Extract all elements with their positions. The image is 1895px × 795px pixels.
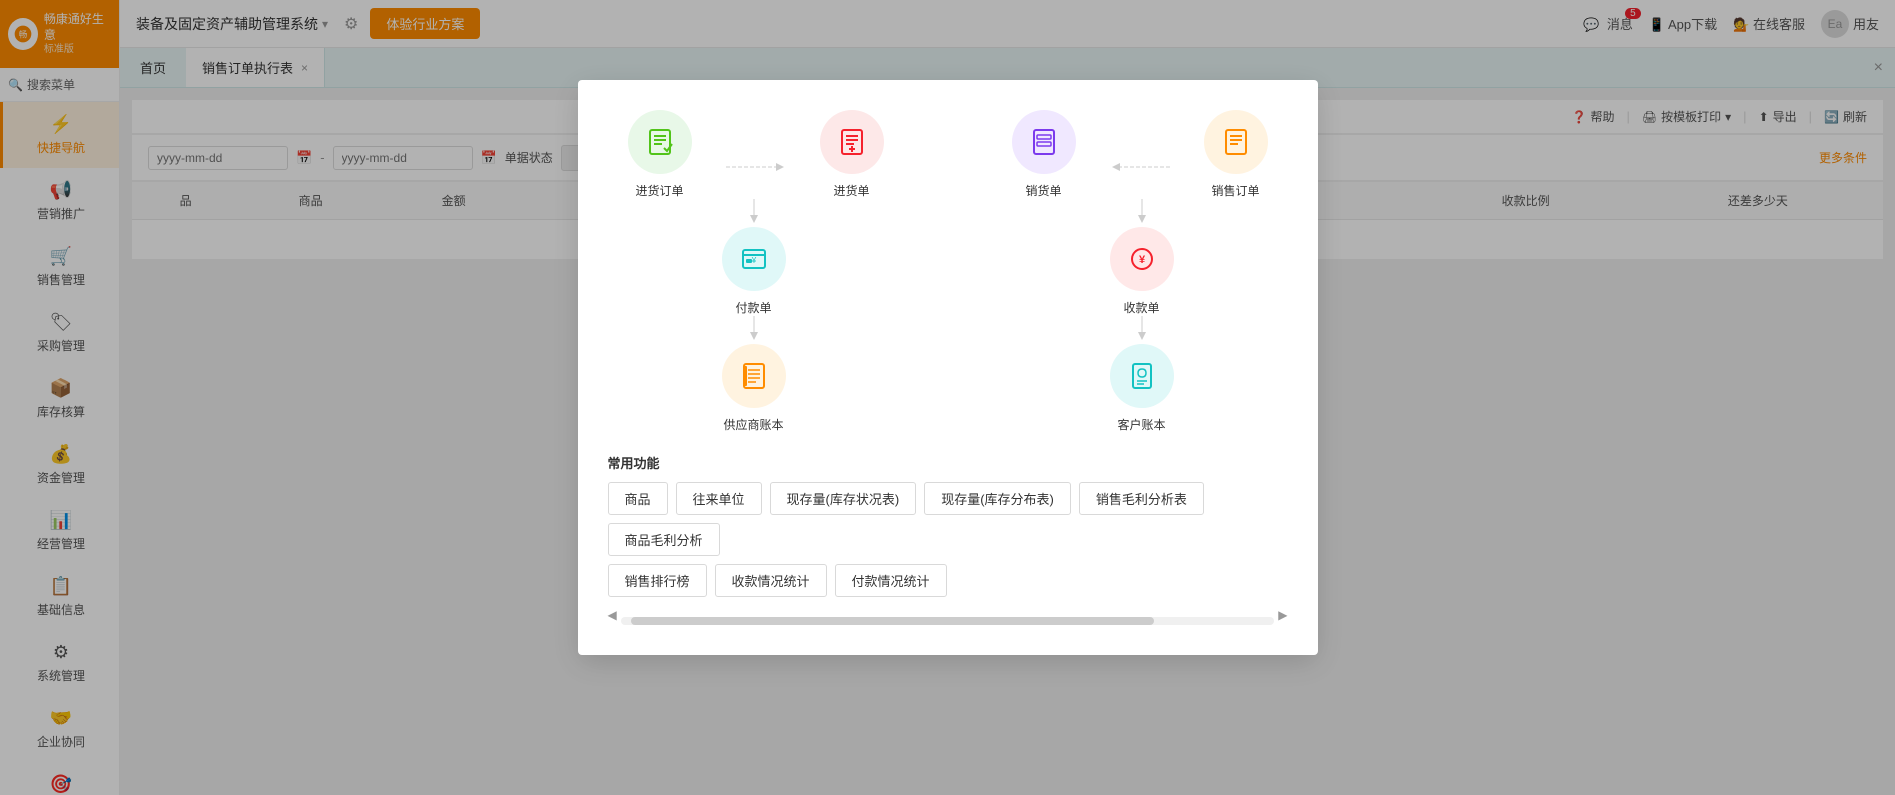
arrow-sale-to-receipt: ¥ 收款单: [1110, 199, 1174, 316]
scroll-right-icon[interactable]: ▶: [1278, 608, 1287, 622]
flow-node-sale-order[interactable]: 销售订单: [1204, 110, 1268, 199]
modal-overlay[interactable]: 进货订单 进货单: [0, 0, 1895, 795]
arrow-purchase-order-to-purchase: [692, 159, 820, 199]
func-btn-sales-ranking[interactable]: 销售排行榜: [608, 564, 707, 597]
flow-node-customer-ledger[interactable]: 客户账本: [1110, 344, 1174, 433]
flow-node-receipt[interactable]: ¥ 收款单: [1110, 227, 1174, 316]
func-buttons-row1: 商品 往来单位 现存量(库存状况表) 现存量(库存分布表) 销售毛利分析表 商品…: [608, 482, 1288, 556]
modal-scrollbar-row: ◀ ▶: [608, 605, 1288, 625]
func-btn-contacts[interactable]: 往来单位: [676, 482, 762, 515]
payment-icon: ¥: [722, 227, 786, 291]
receipt-icon: ¥: [1110, 227, 1174, 291]
supplier-ledger-icon: [722, 344, 786, 408]
quick-nav-modal: 进货订单 进货单: [578, 80, 1318, 655]
flow-node-purchase[interactable]: 进货单: [820, 110, 884, 199]
func-buttons-row2: 销售排行榜 收款情况统计 付款情况统计: [608, 564, 1288, 597]
flow-node-supplier-ledger[interactable]: 供应商账本: [722, 344, 786, 433]
common-functions-title: 常用功能: [608, 453, 1288, 472]
scrollbar-thumb: [631, 617, 1154, 625]
func-btn-product[interactable]: 商品: [608, 482, 668, 515]
arrow-sale-order-to-sale: [1076, 159, 1204, 199]
flow-node-purchase-order[interactable]: 进货订单: [628, 110, 692, 199]
purchase-order-icon: [628, 110, 692, 174]
flow-node-payment[interactable]: ¥ 付款单: [722, 227, 786, 316]
common-functions-section: 常用功能 商品 往来单位 现存量(库存状况表) 现存量(库存分布表) 销售毛利分…: [608, 453, 1288, 597]
scroll-left-icon[interactable]: ◀: [608, 608, 617, 622]
svg-text:¥: ¥: [750, 256, 756, 265]
svg-text:¥: ¥: [1138, 254, 1145, 266]
arrow-payment-to-supplier: 供应商账本: [722, 316, 786, 433]
arrow-receipt-to-customer: 客户账本: [1110, 316, 1174, 433]
func-btn-payment-stats[interactable]: 付款情况统计: [835, 564, 947, 597]
func-btn-stock-distribution[interactable]: 现存量(库存分布表): [924, 482, 1071, 515]
sale-icon: [1012, 110, 1076, 174]
modal-scrollbar[interactable]: [621, 617, 1275, 625]
sale-order-icon: [1204, 110, 1268, 174]
func-btn-sales-profit-analysis[interactable]: 销售毛利分析表: [1079, 482, 1204, 515]
purchase-icon: [820, 110, 884, 174]
func-btn-stock-status[interactable]: 现存量(库存状况表): [770, 482, 917, 515]
func-btn-product-profit-analysis[interactable]: 商品毛利分析: [608, 523, 720, 556]
arrow-purchase-to-payment: ¥ 付款单: [722, 199, 786, 316]
flow-diagram-section: 进货订单 进货单: [608, 110, 1288, 433]
func-btn-receipt-stats[interactable]: 收款情况统计: [715, 564, 827, 597]
flow-node-sale[interactable]: 销货单: [1012, 110, 1076, 199]
customer-ledger-icon: [1110, 344, 1174, 408]
